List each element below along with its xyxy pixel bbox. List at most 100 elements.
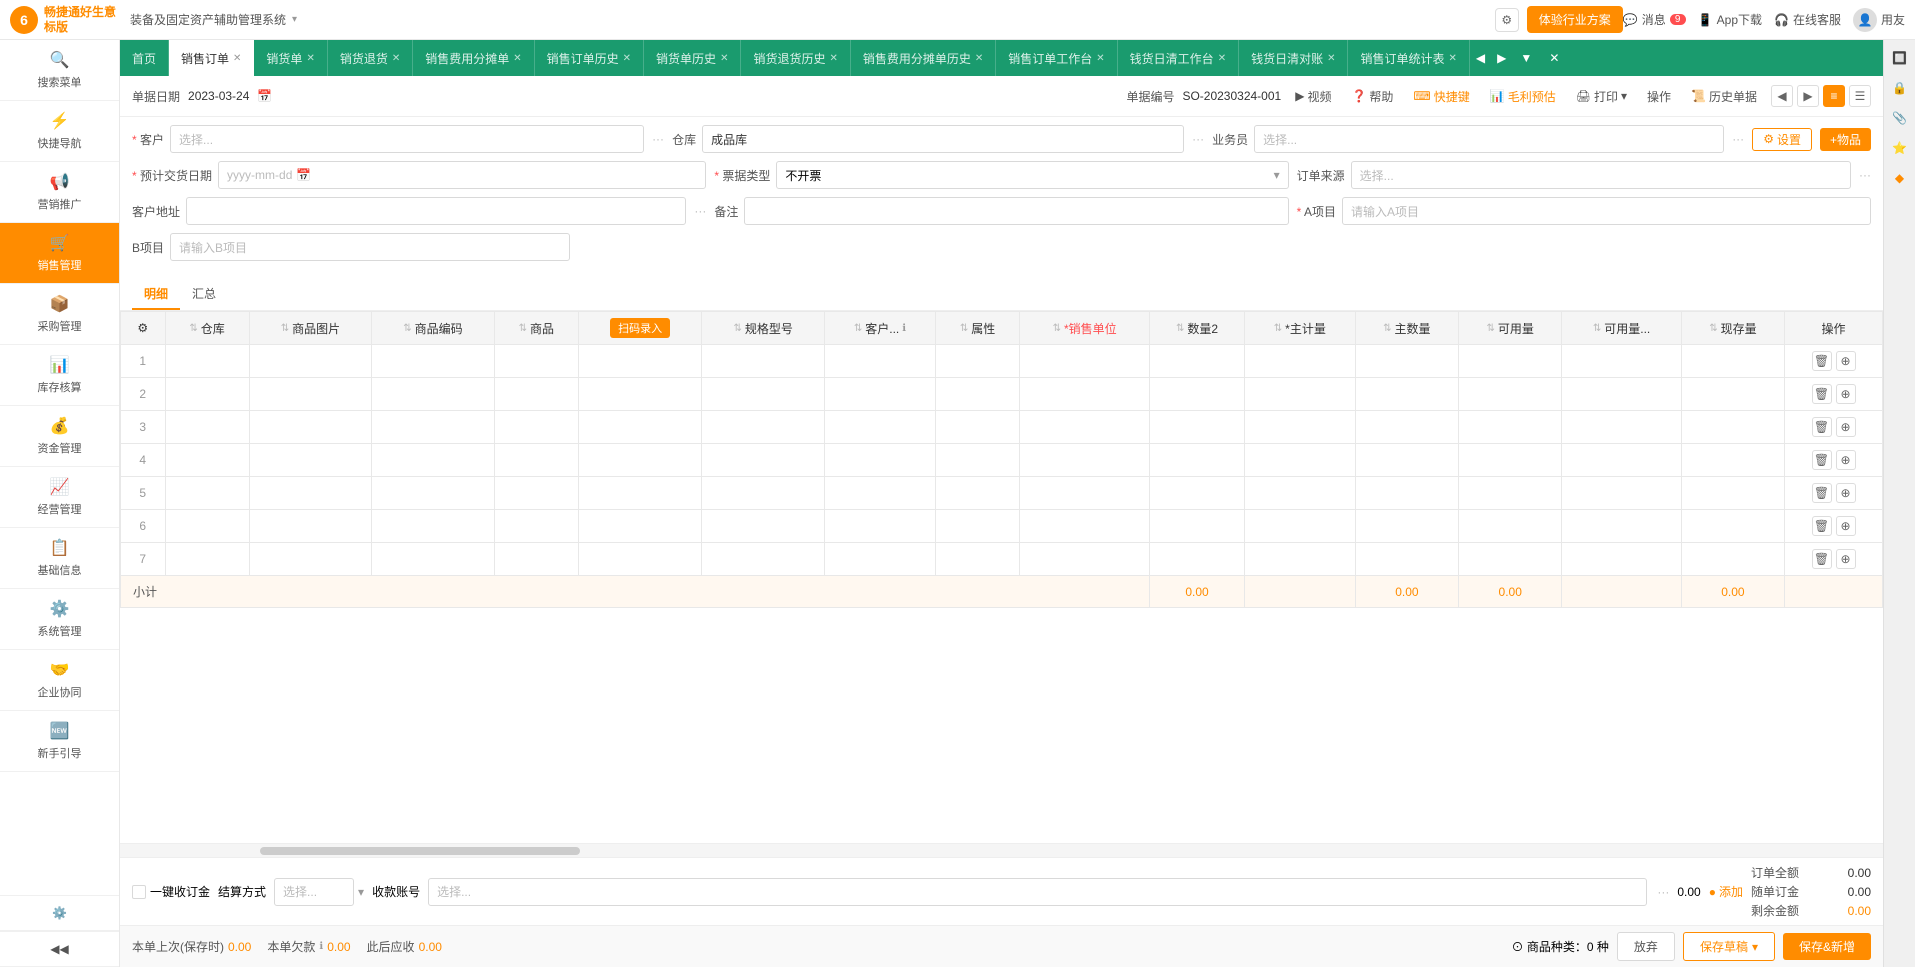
th-unit[interactable]: ⇅*销售单位 — [1020, 312, 1150, 345]
th-main-qty[interactable]: ⇅主数量 — [1355, 312, 1458, 345]
tab-sales-stats[interactable]: 销售订单统计表 ✕ — [1348, 40, 1469, 76]
order-source-input[interactable]: 选择... — [1351, 161, 1851, 189]
sidebar-item-system[interactable]: ⚙️ 系统管理 — [0, 589, 119, 650]
tab-close-all-btn[interactable]: ✕ — [1540, 44, 1568, 72]
app-download-item[interactable]: 📱 App下载 — [1698, 11, 1762, 28]
grid-normal-btn[interactable]: ☰ — [1849, 85, 1871, 107]
tab-return-goods[interactable]: 销货退货 ✕ — [328, 40, 413, 76]
address-input[interactable] — [186, 197, 686, 225]
row-copy-btn[interactable]: ⊕ — [1836, 417, 1856, 437]
th-image[interactable]: ⇅商品图片 — [249, 312, 372, 345]
row-copy-btn[interactable]: ⊕ — [1836, 516, 1856, 536]
method-select[interactable]: 选择... — [274, 878, 354, 906]
note-input[interactable] — [744, 197, 1288, 225]
salesperson-input[interactable]: 选择... — [1254, 125, 1724, 153]
row-delete-btn[interactable]: 🗑 — [1812, 351, 1832, 371]
tab-return-goods-close[interactable]: ✕ — [392, 53, 400, 64]
invoice-select[interactable]: 不开票 ▾ — [776, 161, 1288, 189]
profit-btn[interactable]: 📊 毛利预估 — [1484, 86, 1562, 107]
row-copy-btn[interactable]: ⊕ — [1836, 384, 1856, 404]
th-available[interactable]: ⇅可用量 — [1459, 312, 1562, 345]
tab-sales-return-close[interactable]: ✕ — [306, 53, 314, 64]
th-settings[interactable]: ⚙ — [121, 312, 166, 345]
tab-sales-return-hist[interactable]: 销货单历史 ✕ — [644, 40, 741, 76]
rs-icon-5[interactable]: ◆ — [1886, 164, 1914, 192]
user-item[interactable]: 👤 用友 — [1853, 8, 1905, 32]
warehouse-input[interactable]: 成品库 — [702, 125, 1184, 153]
shortcut-btn[interactable]: ⌨ 快捷键 — [1407, 86, 1475, 107]
help-btn[interactable]: ❓ 帮助 — [1345, 86, 1399, 107]
history-btn[interactable]: 📜 历史单据 — [1685, 86, 1763, 107]
tab-sales-expense[interactable]: 销售费用分摊单 ✕ — [413, 40, 534, 76]
subtab-summary[interactable]: 汇总 — [180, 281, 228, 310]
grid-compact-btn[interactable]: ≡ — [1823, 85, 1845, 107]
online-service-item[interactable]: 🎧 在线客服 — [1774, 11, 1841, 28]
tab-sales-history[interactable]: 销售订单历史 ✕ — [535, 40, 644, 76]
th-main-unit[interactable]: ⇅*主计量 — [1244, 312, 1355, 345]
th-warehouse[interactable]: ⇅仓库 — [165, 312, 249, 345]
system-dropdown-arrow[interactable]: ▾ — [292, 14, 297, 25]
row-copy-btn[interactable]: ⊕ — [1836, 351, 1856, 371]
tab-sales-expense-close[interactable]: ✕ — [513, 53, 521, 64]
delivery-input[interactable]: yyyy-mm-dd 📅 — [218, 161, 706, 189]
th-code[interactable]: ⇅商品编码 — [372, 312, 495, 345]
row-copy-btn[interactable]: ⊕ — [1836, 549, 1856, 569]
grid-next-btn[interactable]: ▶ — [1797, 85, 1819, 107]
row-copy-btn[interactable]: ⊕ — [1836, 450, 1856, 470]
rs-icon-2[interactable]: 🔒 — [1886, 74, 1914, 102]
tab-expense-hist-close[interactable]: ✕ — [975, 53, 983, 64]
rs-icon-1[interactable]: 🔲 — [1886, 44, 1914, 72]
sidebar-item-inventory[interactable]: 📊 库存核算 — [0, 345, 119, 406]
sidebar-item-basic[interactable]: 📋 基础信息 — [0, 528, 119, 589]
sidebar-item-guide[interactable]: 🆕 新手引导 — [0, 711, 119, 772]
quickpay-checkbox[interactable] — [132, 885, 146, 899]
sidebar-item-operations[interactable]: 📈 经营管理 — [0, 467, 119, 528]
sidebar-item-quicknav[interactable]: ⚡ 快捷导航 — [0, 101, 119, 162]
tab-sales-return[interactable]: 销货单 ✕ — [254, 40, 327, 76]
gear-icon[interactable]: ⚙ — [1495, 8, 1519, 32]
b-project-input[interactable]: 请输入B项目 — [170, 233, 570, 261]
sidebar-item-purchase[interactable]: 📦 采购管理 — [0, 284, 119, 345]
add-btn[interactable]: ● 添加 — [1709, 883, 1743, 900]
sidebar-settings-btn[interactable]: ⚙️ — [0, 895, 119, 931]
account-select[interactable]: 选择... — [428, 878, 1647, 906]
add-product-btn[interactable]: +物品 — [1820, 128, 1871, 151]
tab-cash-daily-close[interactable]: ✕ — [1218, 53, 1226, 64]
row-delete-btn[interactable]: 🗑 — [1812, 483, 1832, 503]
account-more-btn[interactable]: ··· — [1657, 885, 1669, 899]
sidebar-collapse-btn[interactable]: ◀◀ — [0, 931, 119, 967]
th-customer-code[interactable]: ⇅客户...ℹ — [824, 312, 935, 345]
solution-button[interactable]: 体验行业方案 — [1527, 6, 1623, 33]
table-scrollbar[interactable] — [120, 843, 1883, 857]
sidebar-item-search[interactable]: 🔍 搜索菜单 — [0, 40, 119, 101]
scroll-thumb[interactable] — [260, 847, 580, 855]
tab-workbench-close[interactable]: ✕ — [1096, 53, 1104, 64]
save-draft-button[interactable]: 保存草稿 ▾ — [1683, 932, 1775, 961]
tab-sales-order[interactable]: 销售订单 ✕ — [169, 40, 254, 76]
th-spec[interactable]: ⇅规格型号 — [702, 312, 825, 345]
sidebar-item-sales[interactable]: 🛒 销售管理 — [0, 223, 119, 284]
grid-prev-btn[interactable]: ◀ — [1771, 85, 1793, 107]
customer-input[interactable]: 选择... — [170, 125, 644, 153]
tab-home[interactable]: 首页 — [120, 40, 169, 76]
rs-icon-3[interactable]: 📎 — [1886, 104, 1914, 132]
a-project-input[interactable]: 请输入A项目 — [1342, 197, 1871, 225]
row-copy-btn[interactable]: ⊕ — [1836, 483, 1856, 503]
calendar-icon[interactable]: 📅 — [257, 82, 1102, 110]
print-btn[interactable]: 🖨 打印 ▾ — [1570, 86, 1633, 107]
tab-sales-stats-close[interactable]: ✕ — [1449, 53, 1457, 64]
tab-return-hist[interactable]: 销货退货历史 ✕ — [741, 40, 850, 76]
operation-btn[interactable]: 操作 — [1641, 86, 1677, 107]
sidebar-item-collab[interactable]: 🤝 企业协同 — [0, 650, 119, 711]
order-source-more-btn[interactable]: ··· — [1859, 168, 1871, 182]
rs-icon-4[interactable]: ⭐ — [1886, 134, 1914, 162]
tab-expense-hist[interactable]: 销售费用分摊单历史 ✕ — [851, 40, 996, 76]
tab-workbench[interactable]: 销售订单工作台 ✕ — [996, 40, 1117, 76]
warehouse-more-btn[interactable]: ··· — [1192, 132, 1204, 146]
row-delete-btn[interactable]: 🗑 — [1812, 417, 1832, 437]
row-delete-btn[interactable]: 🗑 — [1812, 384, 1832, 404]
message-item[interactable]: 💬 消息 9 — [1623, 11, 1686, 28]
tab-cash-reconcile-close[interactable]: ✕ — [1327, 53, 1335, 64]
th-stock[interactable]: ⇅现存量 — [1681, 312, 1784, 345]
salesperson-more-btn[interactable]: ··· — [1732, 132, 1744, 146]
